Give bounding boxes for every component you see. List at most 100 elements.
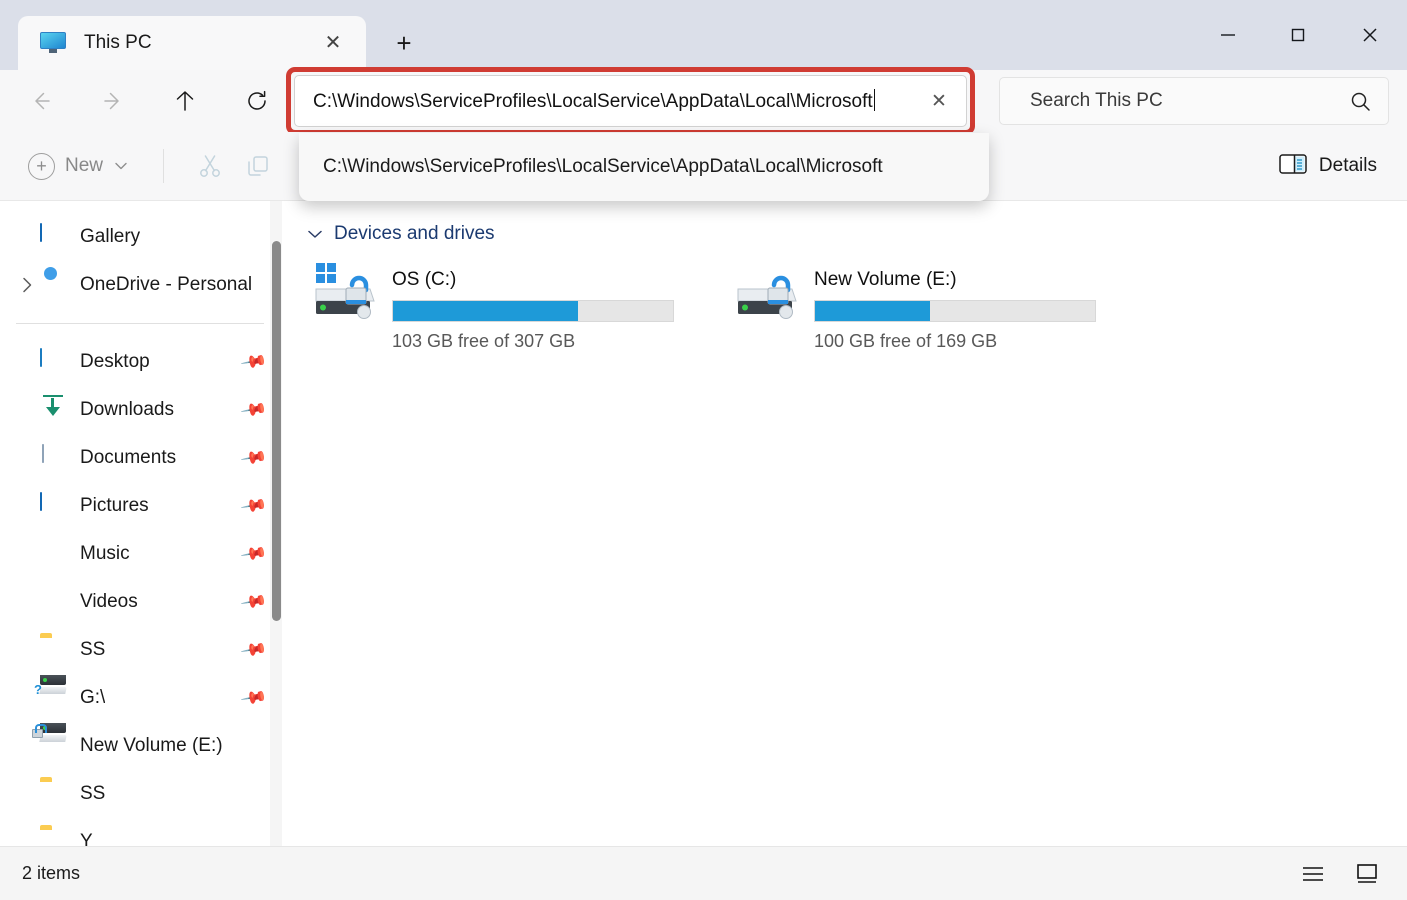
sidebar-item-label: New Volume (E:) bbox=[80, 735, 223, 756]
drive-item-new-volume-e[interactable]: New Volume (E:) 100 GB free of 169 GB bbox=[734, 259, 1096, 352]
sidebar-item-label: Videos bbox=[80, 591, 138, 612]
pin-icon[interactable]: 📌 bbox=[239, 540, 268, 569]
sidebar-item-y[interactable]: Y bbox=[0, 818, 290, 846]
folder-icon bbox=[40, 781, 66, 807]
copy-button[interactable] bbox=[234, 144, 282, 188]
drive-free-space: 103 GB free of 307 GB bbox=[392, 331, 576, 351]
item-count: 2 items bbox=[22, 863, 81, 883]
sidebar-item-label: OneDrive - Personal bbox=[80, 274, 253, 295]
navigation-pane: Gallery OneDrive - Personal Desktop 📌 Do bbox=[0, 201, 290, 846]
new-button[interactable]: + New bbox=[18, 144, 141, 188]
pin-icon[interactable]: 📌 bbox=[239, 348, 268, 377]
sidebar-item-new-volume-e[interactable]: New Volume (E:) bbox=[0, 722, 290, 770]
sidebar-item-downloads[interactable]: Downloads 📌 bbox=[0, 386, 290, 434]
search-icon[interactable] bbox=[1349, 90, 1372, 113]
sidebar-item-label: Pictures bbox=[80, 495, 149, 516]
list-view-icon[interactable] bbox=[1293, 856, 1333, 892]
drive-item-os-c[interactable]: OS (C:) 103 GB free of 307 GB bbox=[312, 259, 674, 352]
gallery-icon bbox=[40, 223, 66, 250]
minimize-button[interactable] bbox=[1193, 0, 1263, 70]
back-button[interactable] bbox=[18, 81, 64, 121]
sidebar-item-label: Documents bbox=[80, 447, 177, 468]
chevron-down-icon bbox=[115, 159, 127, 173]
pin-icon[interactable]: 📌 bbox=[239, 636, 268, 665]
windows-drive-locked-icon bbox=[312, 259, 382, 319]
sidebar-scrollbar-thumb[interactable] bbox=[272, 241, 281, 621]
cut-button[interactable] bbox=[186, 144, 234, 188]
sidebar-item-label: G:\ bbox=[80, 687, 106, 708]
drive-name: New Volume (E:) bbox=[814, 269, 957, 290]
address-bar-container: C:\Windows\ServiceProfiles\LocalService\… bbox=[286, 67, 989, 201]
toolbar-divider bbox=[163, 149, 165, 183]
sidebar-item-ss-1[interactable]: SS 📌 bbox=[0, 626, 290, 674]
maximize-button[interactable] bbox=[1263, 0, 1333, 70]
documents-icon bbox=[40, 444, 66, 471]
drive-name: OS (C:) bbox=[392, 269, 457, 290]
drive-icon bbox=[32, 723, 67, 759]
sidebar-item-onedrive[interactable]: OneDrive - Personal bbox=[0, 261, 290, 309]
drive-usage-bar bbox=[392, 300, 674, 322]
sidebar-item-gallery[interactable]: Gallery bbox=[0, 213, 290, 261]
videos-icon bbox=[40, 589, 66, 615]
view-toggle-group bbox=[1293, 856, 1387, 892]
close-window-button[interactable] bbox=[1333, 0, 1407, 70]
sidebar-item-label: SS bbox=[80, 639, 106, 660]
tab-this-pc[interactable]: This PC ✕ bbox=[18, 16, 366, 70]
refresh-button[interactable] bbox=[234, 81, 280, 121]
address-value: C:\Windows\ServiceProfiles\LocalService\… bbox=[313, 89, 875, 112]
drive-locked-icon bbox=[734, 259, 804, 319]
title-bar: This PC ✕ + bbox=[0, 0, 1407, 70]
file-explorer-window: This PC ✕ + C:\Windows\ServiceProfiles\L… bbox=[0, 0, 1407, 900]
sidebar-item-desktop[interactable]: Desktop 📌 bbox=[0, 338, 290, 386]
sidebar-divider bbox=[16, 323, 264, 324]
sidebar-item-pictures[interactable]: Pictures 📌 bbox=[0, 482, 290, 530]
pin-icon[interactable]: 📌 bbox=[239, 444, 268, 473]
drive-free-space: 100 GB free of 169 GB bbox=[814, 331, 998, 351]
up-button[interactable] bbox=[162, 81, 208, 121]
address-input[interactable]: C:\Windows\ServiceProfiles\LocalService\… bbox=[294, 75, 967, 127]
folder-icon bbox=[40, 829, 66, 846]
chevron-down-icon[interactable] bbox=[308, 227, 322, 242]
new-tab-button[interactable]: + bbox=[378, 20, 430, 66]
drive-usage-bar bbox=[814, 300, 1096, 322]
sidebar-item-ss-2[interactable]: SS bbox=[0, 770, 290, 818]
navigation-bar: C:\Windows\ServiceProfiles\LocalService\… bbox=[0, 67, 1407, 201]
status-bar: 2 items bbox=[0, 846, 1407, 900]
drive-usage-fill bbox=[393, 301, 578, 321]
forward-button[interactable] bbox=[90, 81, 136, 121]
search-input[interactable]: Search This PC bbox=[999, 77, 1389, 125]
devices-and-drives-group-header[interactable]: Devices and drives bbox=[290, 223, 1407, 245]
folder-icon bbox=[40, 637, 66, 663]
pin-icon[interactable]: 📌 bbox=[239, 684, 268, 713]
large-icons-view-icon[interactable] bbox=[1347, 856, 1387, 892]
text-caret bbox=[873, 89, 875, 111]
window-controls bbox=[1193, 0, 1407, 70]
sidebar-item-label: Desktop bbox=[80, 351, 150, 372]
address-suggestion-dropdown[interactable]: C:\Windows\ServiceProfiles\LocalService\… bbox=[299, 133, 989, 201]
tab-label: This PC bbox=[84, 32, 152, 53]
pin-icon[interactable]: 📌 bbox=[239, 396, 268, 425]
sidebar-item-label: Gallery bbox=[80, 226, 141, 247]
chevron-right-icon[interactable] bbox=[14, 277, 40, 293]
monitor-icon bbox=[40, 32, 66, 54]
sidebar-item-documents[interactable]: Documents 📌 bbox=[0, 434, 290, 482]
sidebar-item-videos[interactable]: Videos 📌 bbox=[0, 578, 290, 626]
downloads-icon bbox=[40, 394, 66, 423]
search-placeholder: Search This PC bbox=[1030, 90, 1163, 111]
pin-icon[interactable]: 📌 bbox=[239, 588, 268, 617]
sidebar-item-g-drive[interactable]: ? G:\ 📌 bbox=[0, 674, 290, 722]
sidebar-item-label: SS bbox=[80, 783, 106, 804]
clear-address-button[interactable]: ✕ bbox=[922, 84, 956, 118]
pin-icon[interactable]: 📌 bbox=[239, 492, 268, 521]
file-list-pane: Devices and drives OS (C:) 103 GB free o… bbox=[290, 201, 1407, 846]
sidebar-item-music[interactable]: Music 📌 bbox=[0, 530, 290, 578]
suggestion-item[interactable]: C:\Windows\ServiceProfiles\LocalService\… bbox=[323, 156, 883, 178]
close-tab-button[interactable]: ✕ bbox=[316, 26, 350, 60]
details-view-button[interactable]: Details bbox=[1267, 144, 1389, 188]
drive-info: New Volume (E:) 100 GB free of 169 GB bbox=[814, 259, 1096, 352]
main-body: Gallery OneDrive - Personal Desktop 📌 Do bbox=[0, 200, 1407, 846]
music-icon bbox=[40, 541, 66, 567]
new-button-label: New bbox=[65, 155, 104, 176]
desktop-icon bbox=[40, 348, 66, 375]
pictures-icon bbox=[40, 492, 66, 519]
